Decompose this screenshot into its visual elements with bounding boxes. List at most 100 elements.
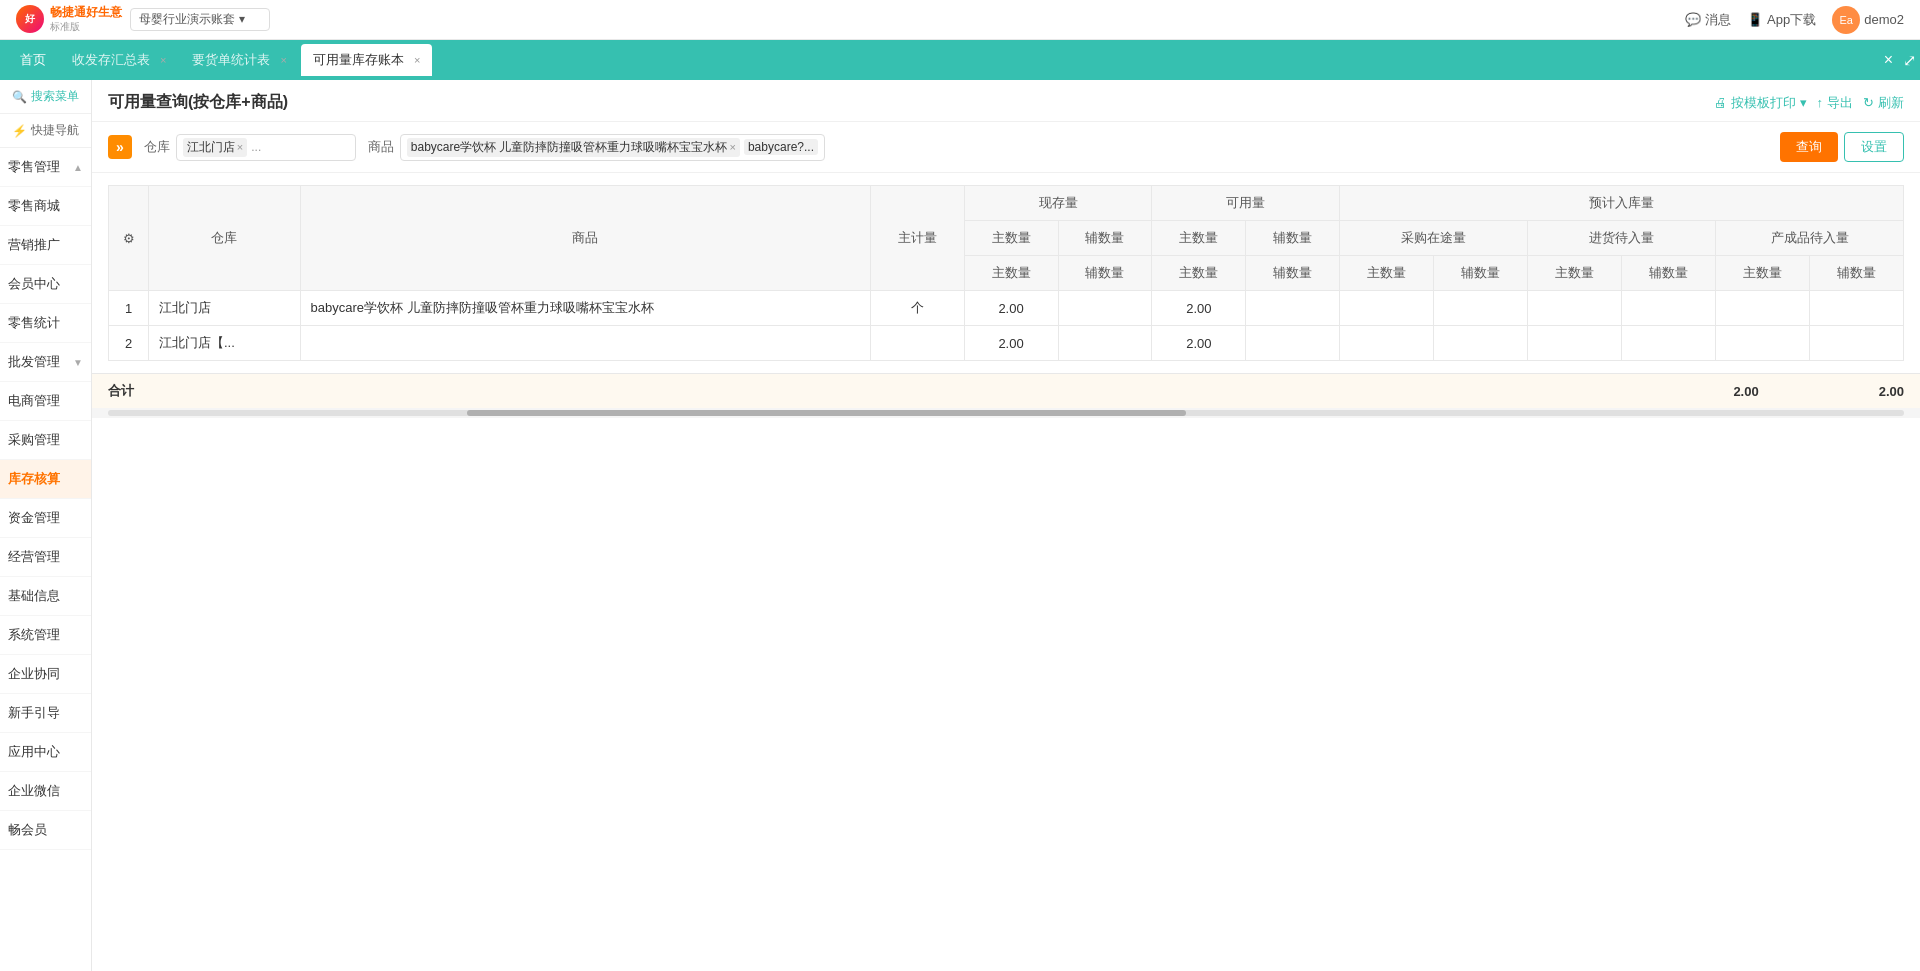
sidebar-item-system-mgmt[interactable]: 系统管理 — [0, 616, 91, 655]
th-ip-aux: 辅数量 — [1622, 256, 1716, 291]
cell-available-main-qty: 2.00 — [1152, 291, 1246, 326]
scrollbar-track — [108, 410, 1904, 416]
top-bar-left: 好 畅捷通好生意 标准版 母婴行业演示账套 ▾ — [16, 5, 270, 33]
th-pt-aux: 辅数量 — [1434, 256, 1528, 291]
cell-finished-aux-qty — [1810, 326, 1904, 361]
nav-tabs: 首页 收发存汇总表 × 要货单统计表 × 可用量库存账本 × × ⤢ — [0, 40, 1920, 80]
th-finished-pending: 产成品待入量 — [1716, 221, 1904, 256]
user-area[interactable]: Ea demo2 — [1832, 6, 1904, 34]
chevron-down-icon: ▾ — [239, 12, 245, 26]
industry-label: 母婴行业演示账套 — [139, 11, 235, 28]
sidebar-item-new-guide[interactable]: 新手引导 — [0, 694, 91, 733]
close-order-stats-icon[interactable]: × — [280, 54, 286, 66]
app-download-btn[interactable]: 📱 App下载 — [1747, 11, 1816, 29]
sidebar-item-ecommerce-mgmt[interactable]: 电商管理 — [0, 382, 91, 421]
sidebar-item-enterprise-collab[interactable]: 企业协同 — [0, 655, 91, 694]
quick-nav-icon: ⚡ — [12, 124, 27, 138]
expand-icon: ▼ — [73, 357, 83, 368]
cell-main-unit: 个 — [870, 291, 964, 326]
product-filter-field: 商品 babycare学饮杯 儿童防摔防撞吸管杯重力球吸嘴杯宝宝水杯 × bab… — [368, 134, 825, 161]
cell-finished-main-qty — [1716, 291, 1810, 326]
sidebar-item-enterprise-wechat[interactable]: 企业微信 — [0, 772, 91, 811]
filter-actions: 查询 设置 — [1780, 132, 1904, 162]
main-layout: 🔍 搜索菜单 ⚡ 快捷导航 零售管理 ▲ 零售商城 营销推广 会员中心 零售统计… — [0, 80, 1920, 971]
close-available-stock-icon[interactable]: × — [414, 54, 420, 66]
top-bar-right: 💬 消息 📱 App下载 Ea demo2 — [1685, 6, 1904, 34]
th-available-qty: 可用量 — [1152, 186, 1340, 221]
tab-receive-summary[interactable]: 收发存汇总表 × — [60, 44, 178, 76]
industry-selector[interactable]: 母婴行业演示账套 ▾ — [130, 8, 270, 31]
message-btn[interactable]: 💬 消息 — [1685, 11, 1731, 29]
query-btn[interactable]: 查询 — [1780, 132, 1838, 162]
sidebar-item-zero-retail-mgmt[interactable]: 零售管理 ▲ — [0, 148, 91, 187]
sidebar-item-inventory-check[interactable]: 库存核算 — [0, 460, 91, 499]
sidebar-item-finance-mgmt[interactable]: 资金管理 — [0, 499, 91, 538]
product-filter-tags[interactable]: babycare学饮杯 儿童防摔防撞吸管杯重力球吸嘴杯宝宝水杯 × babyca… — [400, 134, 825, 161]
content-area: 可用量查询(按仓库+商品) 🖨 按模板打印 ▾ ↑ 导出 ↻ 刷新 — [92, 80, 1920, 971]
home-label: 首页 — [20, 51, 46, 69]
export-icon: ↑ — [1817, 95, 1824, 110]
tab-home[interactable]: 首页 — [8, 44, 58, 76]
total-current-main-qty: 2.00 — [1733, 384, 1758, 399]
sidebar-item-wholesale-mgmt[interactable]: 批发管理 ▼ — [0, 343, 91, 382]
cell-current-main-qty: 2.00 — [964, 291, 1058, 326]
expand-icon[interactable]: ⤢ — [1903, 51, 1916, 70]
filter-toggle-btn[interactable]: » — [108, 135, 132, 159]
sidebar: 🔍 搜索菜单 ⚡ 快捷导航 零售管理 ▲ 零售商城 营销推广 会员中心 零售统计… — [0, 80, 92, 971]
th-pt-main: 主数量 — [1340, 256, 1434, 291]
page-title: 可用量查询(按仓库+商品) — [108, 92, 288, 113]
cell-available-aux-qty — [1246, 326, 1340, 361]
sidebar-item-zero-retail-mall[interactable]: 零售商城 — [0, 187, 91, 226]
sidebar-item-retail-stats[interactable]: 零售统计 — [0, 304, 91, 343]
top-bar: 好 畅捷通好生意 标准版 母婴行业演示账套 ▾ 💬 消息 📱 App下载 Ea … — [0, 0, 1920, 40]
warehouse-filter-tags[interactable]: 江北门店 × ... — [176, 134, 356, 161]
th-settings[interactable]: ⚙ — [109, 186, 149, 291]
sidebar-item-app-center[interactable]: 应用中心 — [0, 733, 91, 772]
th-cs-main: 主数量 — [964, 256, 1058, 291]
sidebar-item-purchase-mgmt[interactable]: 采购管理 — [0, 421, 91, 460]
remove-product-tag1-icon[interactable]: × — [730, 141, 736, 153]
cell-warehouse: 江北门店 — [149, 291, 301, 326]
cell-current-aux-qty — [1058, 291, 1152, 326]
settings-btn[interactable]: 设置 — [1844, 132, 1904, 162]
th-fp-main: 主数量 — [1716, 256, 1810, 291]
sidebar-item-marketing-promo[interactable]: 营销推广 — [0, 226, 91, 265]
sidebar-item-ops-mgmt[interactable]: 经营管理 — [0, 538, 91, 577]
product-tag-2: babycare?... — [744, 139, 818, 155]
sidebar-item-member-center[interactable]: 会员中心 — [0, 265, 91, 304]
th-available-main-qty: 主数量 — [1152, 221, 1246, 256]
th-av-aux: 辅数量 — [1246, 256, 1340, 291]
close-all-tabs-btn[interactable]: × — [1884, 51, 1893, 69]
tab-order-stats[interactable]: 要货单统计表 × — [180, 44, 298, 76]
sidebar-search[interactable]: 🔍 搜索菜单 — [0, 80, 91, 114]
th-cs-aux: 辅数量 — [1058, 256, 1152, 291]
bottom-scrollbar[interactable] — [92, 408, 1920, 418]
page-actions: 🖨 按模板打印 ▾ ↑ 导出 ↻ 刷新 — [1714, 94, 1905, 112]
th-planned-inbound: 预计入库量 — [1340, 186, 1904, 221]
remove-warehouse-tag-icon[interactable]: × — [237, 141, 243, 153]
template-print-btn[interactable]: 🖨 按模板打印 ▾ — [1714, 94, 1807, 112]
sidebar-item-label: 畅会员 — [8, 821, 47, 839]
th-warehouse: 仓库 — [149, 186, 301, 291]
export-btn[interactable]: ↑ 导出 — [1817, 94, 1854, 112]
sidebar-item-vip-member[interactable]: 畅会员 — [0, 811, 91, 850]
username-label: demo2 — [1864, 12, 1904, 27]
th-product: 商品 — [300, 186, 870, 291]
chevron-down-icon: ▾ — [1800, 95, 1807, 110]
close-receive-summary-icon[interactable]: × — [160, 54, 166, 66]
sidebar-item-basic-info[interactable]: 基础信息 — [0, 577, 91, 616]
cell-purchase-main-qty — [1340, 291, 1434, 326]
message-icon: 💬 — [1685, 12, 1701, 27]
sidebar-item-label: 营销推广 — [8, 236, 60, 254]
sidebar-item-label: 基础信息 — [8, 587, 60, 605]
th-fp-aux: 辅数量 — [1810, 256, 1904, 291]
warehouse-more-icon[interactable]: ... — [251, 140, 261, 154]
download-icon: 📱 — [1747, 12, 1763, 27]
tab-available-stock[interactable]: 可用量库存账本 × — [301, 44, 432, 76]
sidebar-quick-nav[interactable]: ⚡ 快捷导航 — [0, 114, 91, 148]
sidebar-item-label: 企业协同 — [8, 665, 60, 683]
th-inbound-pending: 进货待入量 — [1528, 221, 1716, 256]
logo-icon: 好 — [16, 5, 44, 33]
refresh-btn[interactable]: ↻ 刷新 — [1863, 94, 1904, 112]
cell-purchase-aux-qty — [1434, 326, 1528, 361]
